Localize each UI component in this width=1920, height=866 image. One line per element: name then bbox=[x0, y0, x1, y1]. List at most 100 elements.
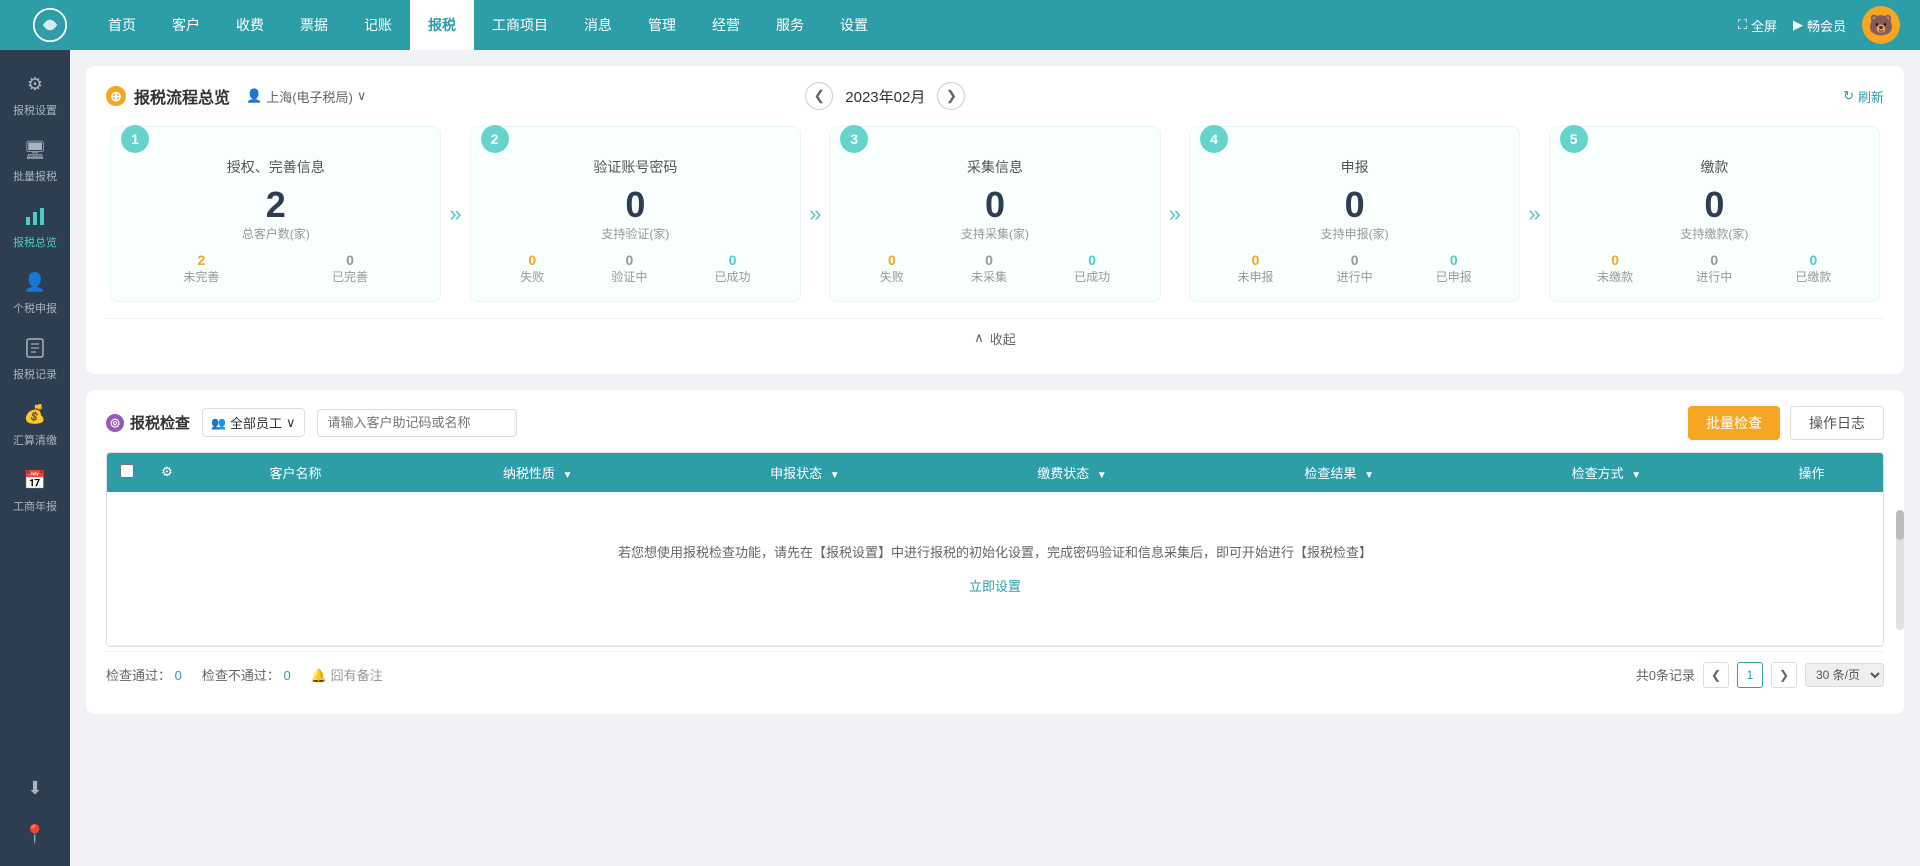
nav-tax[interactable]: 报税 bbox=[410, 0, 474, 50]
nav-fee[interactable]: 收费 bbox=[218, 0, 282, 50]
th-tax-nature: 纳税性质 ▼ bbox=[404, 453, 671, 492]
th-settings: ⚙ bbox=[147, 453, 187, 492]
next-page-button[interactable]: ❯ bbox=[1771, 662, 1797, 688]
fail-count[interactable]: 0 bbox=[284, 668, 291, 683]
step-stats-1: 2 未完善 0 已完善 bbox=[127, 252, 424, 285]
download-icon: ⬇ bbox=[21, 774, 49, 802]
prev-month-button[interactable]: ❮ bbox=[805, 82, 833, 110]
sidebar-item-tax-overview[interactable]: 报税总览 bbox=[0, 192, 70, 258]
empty-content: 若您想使用报税检查功能，请先在【报税设置】中进行报税的初始化设置，完成密码验证和… bbox=[119, 502, 1871, 635]
search-input[interactable] bbox=[318, 410, 514, 435]
refresh-button[interactable]: ↻ 刷新 bbox=[1843, 87, 1884, 106]
step-title-4: 申报 bbox=[1206, 157, 1503, 177]
nav-message[interactable]: 消息 bbox=[566, 0, 630, 50]
step-count-3: 0 bbox=[846, 185, 1143, 225]
step-subtitle-3: 支持采集(家) bbox=[846, 225, 1143, 242]
nav-settings[interactable]: 设置 bbox=[822, 0, 886, 50]
current-page: 1 bbox=[1737, 662, 1763, 688]
setup-link[interactable]: 立即设置 bbox=[969, 579, 1021, 594]
sidebar-item-clearing[interactable]: 💰 汇算清缴 bbox=[0, 390, 70, 456]
month-nav: ❮ 2023年02月 ❯ bbox=[805, 82, 965, 110]
settings-icon[interactable]: ⚙ bbox=[161, 464, 173, 479]
location-badge[interactable]: 👤 上海(电子税局) ∨ bbox=[246, 87, 366, 106]
nav-operation[interactable]: 经营 bbox=[694, 0, 758, 50]
step-count-4: 0 bbox=[1206, 185, 1503, 225]
tax-record-icon bbox=[21, 334, 49, 362]
vip-button[interactable]: ▶ 畅会员 bbox=[1793, 16, 1846, 35]
operation-log-button[interactable]: 操作日志 bbox=[1790, 406, 1884, 440]
check-table: ⚙ 客户名称 纳税性质 ▼ 申报状态 ▼ bbox=[107, 453, 1883, 646]
filter-icon-pay[interactable]: ▼ bbox=[1097, 470, 1107, 481]
arrow-1-2: » bbox=[445, 201, 465, 227]
nav-invoice[interactable]: 票据 bbox=[282, 0, 346, 50]
step-num-1: 1 bbox=[121, 125, 149, 153]
step-title-1: 授权、完善信息 bbox=[127, 157, 424, 177]
tax-overview-icon bbox=[21, 202, 49, 230]
step-card-4: 4 申报 0 支持申报(家) 0 未申报 0 进行中 bbox=[1189, 126, 1520, 302]
step-card-2: 2 验证账号密码 0 支持验证(家) 0 失败 0 验证中 bbox=[470, 126, 801, 302]
th-customer-name: 客户名称 bbox=[187, 453, 404, 492]
search-button[interactable]: 🔍 bbox=[514, 410, 517, 436]
sidebar-item-personal-tax[interactable]: 👤 个税申报 bbox=[0, 258, 70, 324]
nav-bookkeeping[interactable]: 记账 bbox=[346, 0, 410, 50]
filter-icon-tax[interactable]: ▼ bbox=[563, 470, 573, 481]
nav-customer[interactable]: 客户 bbox=[154, 0, 218, 50]
check-header: ◎ 报税检查 👥 全部员工 ∨ 🔍 批量检查 操作日志 bbox=[106, 406, 1884, 440]
overview-header: ⊕ 报税流程总览 👤 上海(电子税局) ∨ ❮ 2023年02月 ❯ ↻ 刷新 bbox=[106, 82, 1884, 110]
total-records: 共0条记录 bbox=[1636, 665, 1695, 684]
next-month-button[interactable]: ❯ bbox=[937, 82, 965, 110]
tax-settings-icon: ⚙ bbox=[21, 70, 49, 98]
filter-icon-method[interactable]: ▼ bbox=[1631, 470, 1641, 481]
step-card-1: 1 授权、完善信息 2 总客户数(家) 2 未完善 0 已完善 bbox=[110, 126, 441, 302]
fullscreen-button[interactable]: ⛶ 全屏 bbox=[1738, 16, 1777, 35]
pass-count[interactable]: 0 bbox=[175, 668, 182, 683]
location-icon: 📍 bbox=[21, 820, 49, 848]
step-title-3: 采集信息 bbox=[846, 157, 1143, 177]
step-card-3: 3 采集信息 0 支持采集(家) 0 失败 0 未采集 bbox=[829, 126, 1160, 302]
mascot-avatar[interactable]: 🐻 bbox=[1862, 6, 1900, 44]
batch-check-button[interactable]: 批量检查 bbox=[1688, 406, 1780, 440]
step-stats-4: 0 未申报 0 进行中 0 已申报 bbox=[1206, 252, 1503, 285]
top-navigation: 首页 客户 收费 票据 记账 报税 工商项目 消息 管理 经营 服务 设置 ⛶ … bbox=[0, 0, 1920, 50]
step-subtitle-5: 支持缴款(家) bbox=[1566, 225, 1863, 242]
dropdown-icon: ∨ bbox=[286, 415, 296, 431]
first-page-button[interactable]: ❮ bbox=[1703, 662, 1729, 688]
arrow-2-3: » bbox=[805, 201, 825, 227]
filter-icon-result[interactable]: ▼ bbox=[1364, 470, 1374, 481]
sidebar-item-tax-record[interactable]: 报税记录 bbox=[0, 324, 70, 390]
empty-text: 若您想使用报税检查功能，请先在【报税设置】中进行报税的初始化设置，完成密码验证和… bbox=[159, 542, 1831, 561]
sidebar: ⚙ 报税设置 🖥 批量报税 报税总览 👤 个税申报 报税记录 💰 汇算清缴 bbox=[0, 50, 70, 866]
step-title-2: 验证账号密码 bbox=[487, 157, 784, 177]
main-layout: ⚙ 报税设置 🖥 批量报税 报税总览 👤 个税申报 报税记录 💰 汇算清缴 bbox=[0, 50, 1920, 866]
current-month: 2023年02月 bbox=[845, 86, 925, 107]
sidebar-item-annual-report[interactable]: 📅 工商年报 bbox=[0, 456, 70, 522]
fail-stat: 检查不通过： 0 bbox=[202, 665, 291, 684]
per-page-select[interactable]: 30 条/页 bbox=[1805, 663, 1884, 687]
collapse-button[interactable]: ∧ 收起 bbox=[106, 319, 1884, 358]
overview-card: ⊕ 报税流程总览 👤 上海(电子税局) ∨ ❮ 2023年02月 ❯ ↻ 刷新 bbox=[86, 66, 1904, 374]
app-logo bbox=[20, 0, 80, 50]
main-content: ⊕ 报税流程总览 👤 上海(电子税局) ∨ ❮ 2023年02月 ❯ ↻ 刷新 bbox=[70, 50, 1920, 866]
stat-complete: 0 已完善 bbox=[332, 252, 368, 285]
step-stats-3: 0 失败 0 未采集 0 已成功 bbox=[846, 252, 1143, 285]
sidebar-item-tax-settings[interactable]: ⚙ 报税设置 bbox=[0, 60, 70, 126]
nav-home[interactable]: 首页 bbox=[90, 0, 154, 50]
filter-icon-declare[interactable]: ▼ bbox=[830, 470, 840, 481]
step-num-2: 2 bbox=[481, 125, 509, 153]
nav-manage[interactable]: 管理 bbox=[630, 0, 694, 50]
play-icon: ▶ bbox=[1793, 17, 1803, 33]
th-pay-status: 缴费状态 ▼ bbox=[938, 453, 1205, 492]
nav-business[interactable]: 工商项目 bbox=[474, 0, 566, 50]
th-check-method: 检查方式 ▼ bbox=[1473, 453, 1740, 492]
sidebar-item-location[interactable]: 📍 bbox=[0, 810, 70, 856]
check-section-title: ◎ 报税检查 bbox=[106, 412, 190, 433]
nav-service[interactable]: 服务 bbox=[758, 0, 822, 50]
overview-title-icon: ⊕ bbox=[106, 86, 126, 106]
sidebar-item-download[interactable]: ⬇ bbox=[0, 764, 70, 810]
th-checkbox bbox=[107, 453, 147, 492]
pass-stat: 检查通过： 0 bbox=[106, 665, 182, 684]
employee-icon: 👥 bbox=[211, 416, 226, 430]
employee-filter[interactable]: 👥 全部员工 ∨ bbox=[202, 408, 304, 437]
sidebar-item-batch-tax[interactable]: 🖥 批量报税 bbox=[0, 126, 70, 192]
select-all-checkbox[interactable] bbox=[120, 464, 134, 478]
